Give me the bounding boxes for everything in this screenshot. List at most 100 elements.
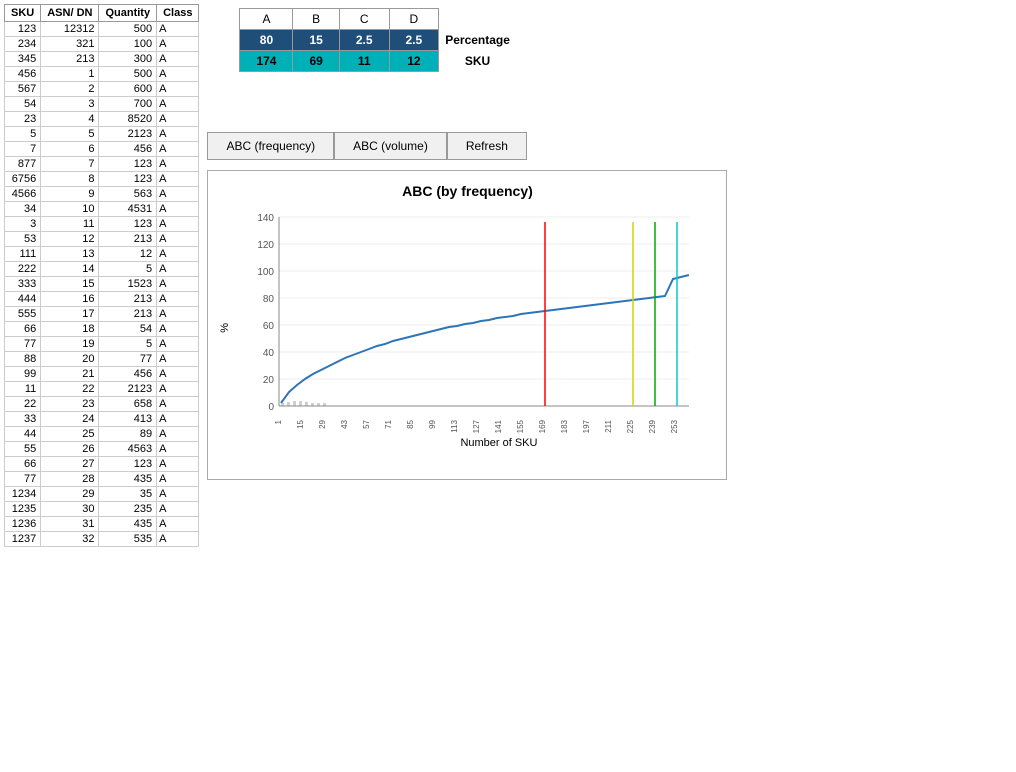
header-sku: SKU [5,5,41,22]
svg-text:1: 1 [274,419,283,424]
table-row: 6756 8 123 A [5,172,199,187]
cell-asn: 28 [41,472,99,487]
cell-qty: 5 [99,337,157,352]
cell-qty: 500 [99,22,157,37]
svg-text:127: 127 [472,419,481,433]
table-row: 456 1 500 A [5,67,199,82]
table-row: 555 17 213 A [5,307,199,322]
svg-text:239: 239 [648,419,657,433]
table-row: 222 14 5 A [5,262,199,277]
cell-asn: 20 [41,352,99,367]
cell-sku: 77 [5,472,41,487]
cell-class: A [157,157,199,172]
cell-qty: 123 [99,457,157,472]
cell-sku: 53 [5,232,41,247]
cell-class: A [157,97,199,112]
cell-qty: 300 [99,52,157,67]
table-row: 33 24 413 A [5,412,199,427]
cell-qty: 658 [99,397,157,412]
cell-class: A [157,172,199,187]
cell-qty: 54 [99,322,157,337]
cell-sku: 6756 [5,172,41,187]
table-row: 1237 32 535 A [5,532,199,547]
button-row: ABC (frequency) ABC (volume) Refresh [207,132,1012,160]
cell-sku: 1235 [5,502,41,517]
table-row: 877 7 123 A [5,157,199,172]
cell-sku: 555 [5,307,41,322]
cell-sku: 345 [5,52,41,67]
table-row: 234 321 100 A [5,37,199,52]
cell-asn: 31 [41,517,99,532]
svg-text:99: 99 [428,419,437,428]
cell-qty: 563 [99,187,157,202]
class-table: A B C D 80 15 [207,8,525,72]
cell-asn: 12 [41,232,99,247]
cell-class: A [157,442,199,457]
sku-d: 12 [389,51,439,72]
cell-asn: 6 [41,142,99,157]
cell-sku: 66 [5,457,41,472]
cell-qty: 35 [99,487,157,502]
abc-frequency-button[interactable]: ABC (frequency) [207,132,334,160]
cell-class: A [157,307,199,322]
abc-volume-button[interactable]: ABC (volume) [334,132,447,160]
cell-sku: 222 [5,262,41,277]
table-row: 5 5 2123 A [5,127,199,142]
cell-sku: 1237 [5,532,41,547]
cell-asn: 19 [41,337,99,352]
cell-asn: 4 [41,112,99,127]
cell-class: A [157,247,199,262]
chart-svg: 0 20 40 60 80 100 120 140 1 15 29 43 57 [234,207,704,437]
cell-sku: 3 [5,217,41,232]
cell-qty: 4531 [99,202,157,217]
cell-qty: 456 [99,367,157,382]
cell-class: A [157,412,199,427]
cell-class: A [157,52,199,67]
refresh-button[interactable]: Refresh [447,132,527,160]
cell-asn: 321 [41,37,99,52]
cell-sku: 1234 [5,487,41,502]
cell-sku: 33 [5,412,41,427]
svg-text:100: 100 [258,267,275,278]
table-row: 66 18 54 A [5,322,199,337]
cell-sku: 456 [5,67,41,82]
cell-asn: 14 [41,262,99,277]
cell-class: A [157,112,199,127]
cell-qty: 213 [99,232,157,247]
table-row: 444 16 213 A [5,292,199,307]
cell-sku: 4566 [5,187,41,202]
svg-text:60: 60 [263,321,275,332]
cell-qty: 413 [99,412,157,427]
table-row: 1235 30 235 A [5,502,199,517]
cell-asn: 10 [41,202,99,217]
cell-qty: 435 [99,472,157,487]
chart-title: ABC (by frequency) [216,183,718,199]
cell-qty: 100 [99,37,157,52]
cell-asn: 32 [41,532,99,547]
cell-class: A [157,232,199,247]
cell-class: A [157,202,199,217]
cell-class: A [157,217,199,232]
cell-class: A [157,532,199,547]
cell-asn: 5 [41,127,99,142]
cell-qty: 4563 [99,442,157,457]
cell-sku: 111 [5,247,41,262]
sku-a: 174 [240,51,293,72]
cell-asn: 18 [41,322,99,337]
cell-sku: 444 [5,292,41,307]
cell-qty: 89 [99,427,157,442]
svg-text:155: 155 [516,419,525,433]
table-row: 88 20 77 A [5,352,199,367]
cell-qty: 1523 [99,277,157,292]
cell-asn: 16 [41,292,99,307]
cell-qty: 700 [99,97,157,112]
cell-asn: 27 [41,457,99,472]
table-row: 99 21 456 A [5,367,199,382]
cell-sku: 5 [5,127,41,142]
cell-class: A [157,367,199,382]
cell-sku: 7 [5,142,41,157]
cell-class: A [157,337,199,352]
svg-text:15: 15 [296,419,305,428]
svg-text:57: 57 [362,419,371,428]
pct-label: Percentage [439,30,526,51]
